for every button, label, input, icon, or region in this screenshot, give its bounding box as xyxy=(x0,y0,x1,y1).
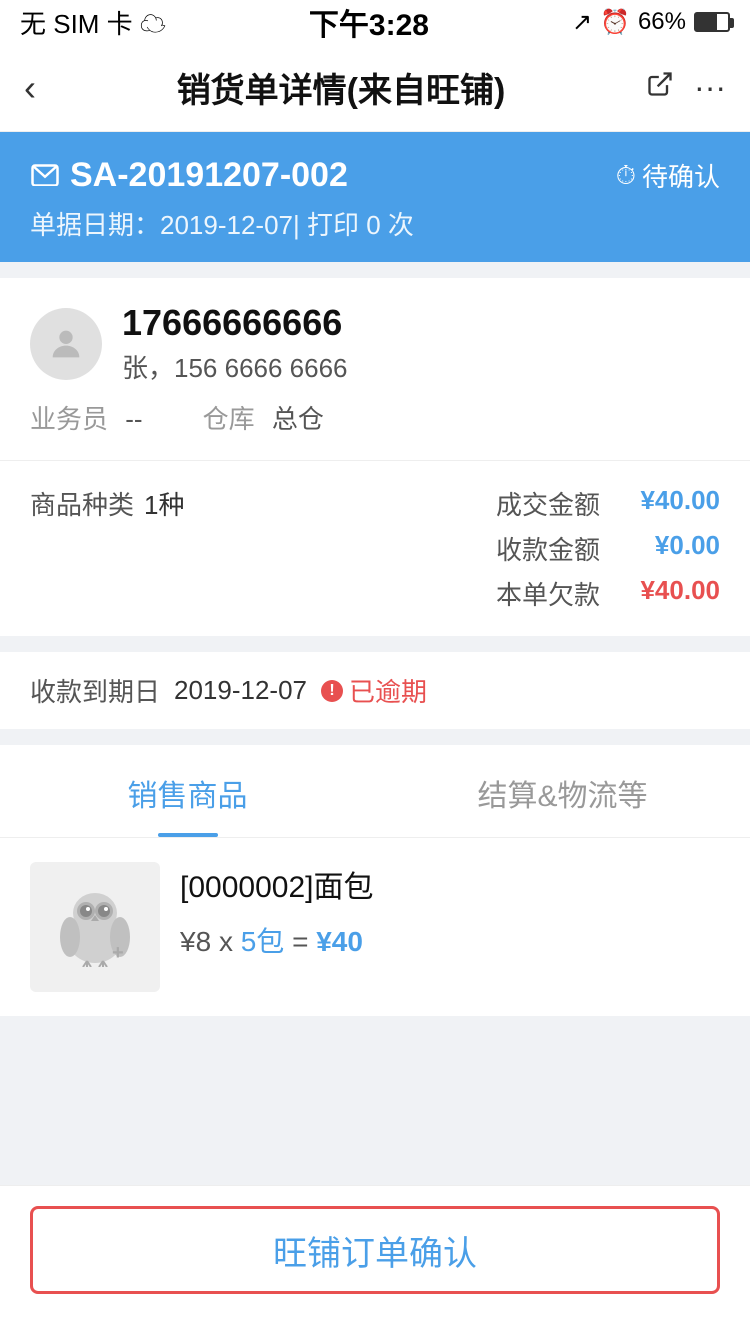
multiply-sign: x xyxy=(219,926,233,957)
product-type-label: 商品种类 xyxy=(30,485,134,522)
due-date-value: 2019-12-07 xyxy=(174,675,307,706)
page-title: 销货单详情(来自旺铺) xyxy=(177,63,506,112)
warehouse-label: 仓库 xyxy=(203,404,255,434)
sales-label: 业务员 xyxy=(30,404,108,434)
product-section: + [0000002]面包 ¥8 x 5包 = ¥40 xyxy=(0,838,750,1016)
order-header: SA-20191207-002 ⏱ 待确认 单据日期：2019-12-07| 打… xyxy=(0,132,750,262)
battery-icon xyxy=(694,12,730,32)
due-date-label: 收款到期日 xyxy=(30,672,160,709)
bottom-bar: 旺铺订单确认 xyxy=(0,1185,750,1334)
customer-meta: 业务员 -- 仓库 总仓 xyxy=(30,399,720,436)
alarm-icon: ⏰ xyxy=(600,8,630,37)
amount-received: 收款金额 ¥0.00 xyxy=(496,530,720,567)
nav-actions: ··· xyxy=(646,69,726,106)
svg-text:+: + xyxy=(112,942,124,964)
battery-status: 66% xyxy=(638,8,686,36)
overdue-dot-icon: ! xyxy=(321,680,343,702)
status-time: 下午3:28 xyxy=(309,0,429,44)
overdue-text: 已逾期 xyxy=(349,672,427,709)
order-date: 单据日期：2019-12-07| 打印 0 次 xyxy=(30,205,720,242)
product-qty: 5包 xyxy=(241,926,285,957)
confirm-order-button[interactable]: 旺铺订单确认 xyxy=(30,1206,720,1294)
customer-name: 张，156 6666 6666 xyxy=(122,348,348,385)
tab-settlement[interactable]: 结算&物流等 xyxy=(375,745,750,837)
status-clock-icon: ⏱ xyxy=(616,160,636,192)
product-name: [0000002]面包 xyxy=(180,862,720,906)
product-total: ¥40 xyxy=(316,926,363,957)
tab-products[interactable]: 销售商品 xyxy=(0,745,375,837)
location-icon: ↗ xyxy=(572,8,592,37)
order-id: SA-20191207-002 xyxy=(30,156,348,195)
product-thumbnail: + xyxy=(30,862,160,992)
tabs-container: 销售商品 结算&物流等 xyxy=(0,745,750,838)
amounts-card: 商品种类 1种 成交金额 ¥40.00 收款金额 ¥0.00 本单欠款 ¥40.… xyxy=(0,460,750,636)
share-icon[interactable] xyxy=(646,70,674,105)
product-type: 商品种类 1种 xyxy=(30,485,184,522)
back-button[interactable]: ‹ xyxy=(24,67,36,109)
amount-deal: 成交金额 ¥40.00 xyxy=(496,485,720,522)
sales-value: -- xyxy=(125,404,142,434)
product-unit-price: ¥8 xyxy=(180,926,211,957)
overdue-badge: ! 已逾期 xyxy=(321,672,427,709)
order-status: ⏱ 待确认 xyxy=(616,157,720,194)
product-type-value: 1种 xyxy=(144,485,184,522)
warehouse-value: 总仓 xyxy=(272,404,324,434)
equals-sign: = xyxy=(292,926,308,957)
product-price-row: ¥8 x 5包 = ¥40 xyxy=(180,920,720,960)
customer-avatar xyxy=(30,308,102,380)
status-bar: 无 SIM 卡 ☁ 下午3:28 ↗ ⏰ 66% xyxy=(0,0,750,44)
customer-phone: 17666666666 xyxy=(122,302,348,344)
amounts-list: 成交金额 ¥40.00 收款金额 ¥0.00 本单欠款 ¥40.00 xyxy=(496,485,720,612)
customer-card: 17666666666 张，156 6666 6666 业务员 -- 仓库 总仓 xyxy=(0,278,750,460)
amounts-row: 商品种类 1种 成交金额 ¥40.00 收款金额 ¥0.00 本单欠款 ¥40.… xyxy=(30,485,720,612)
more-icon[interactable]: ··· xyxy=(694,69,726,106)
nav-bar: ‹ 销货单详情(来自旺铺) ··· xyxy=(0,44,750,132)
due-date-section: 收款到期日 2019-12-07 ! 已逾期 xyxy=(0,652,750,729)
product-item: + [0000002]面包 ¥8 x 5包 = ¥40 xyxy=(30,862,720,992)
status-right: ↗ ⏰ 66% xyxy=(572,8,730,37)
product-info: [0000002]面包 ¥8 x 5包 = ¥40 xyxy=(180,862,720,992)
status-left: 无 SIM 卡 ☁ xyxy=(20,4,166,41)
sim-status: 无 SIM 卡 ☁ xyxy=(20,4,166,41)
order-icon xyxy=(30,156,60,195)
amount-owed: 本单欠款 ¥40.00 xyxy=(496,575,720,612)
